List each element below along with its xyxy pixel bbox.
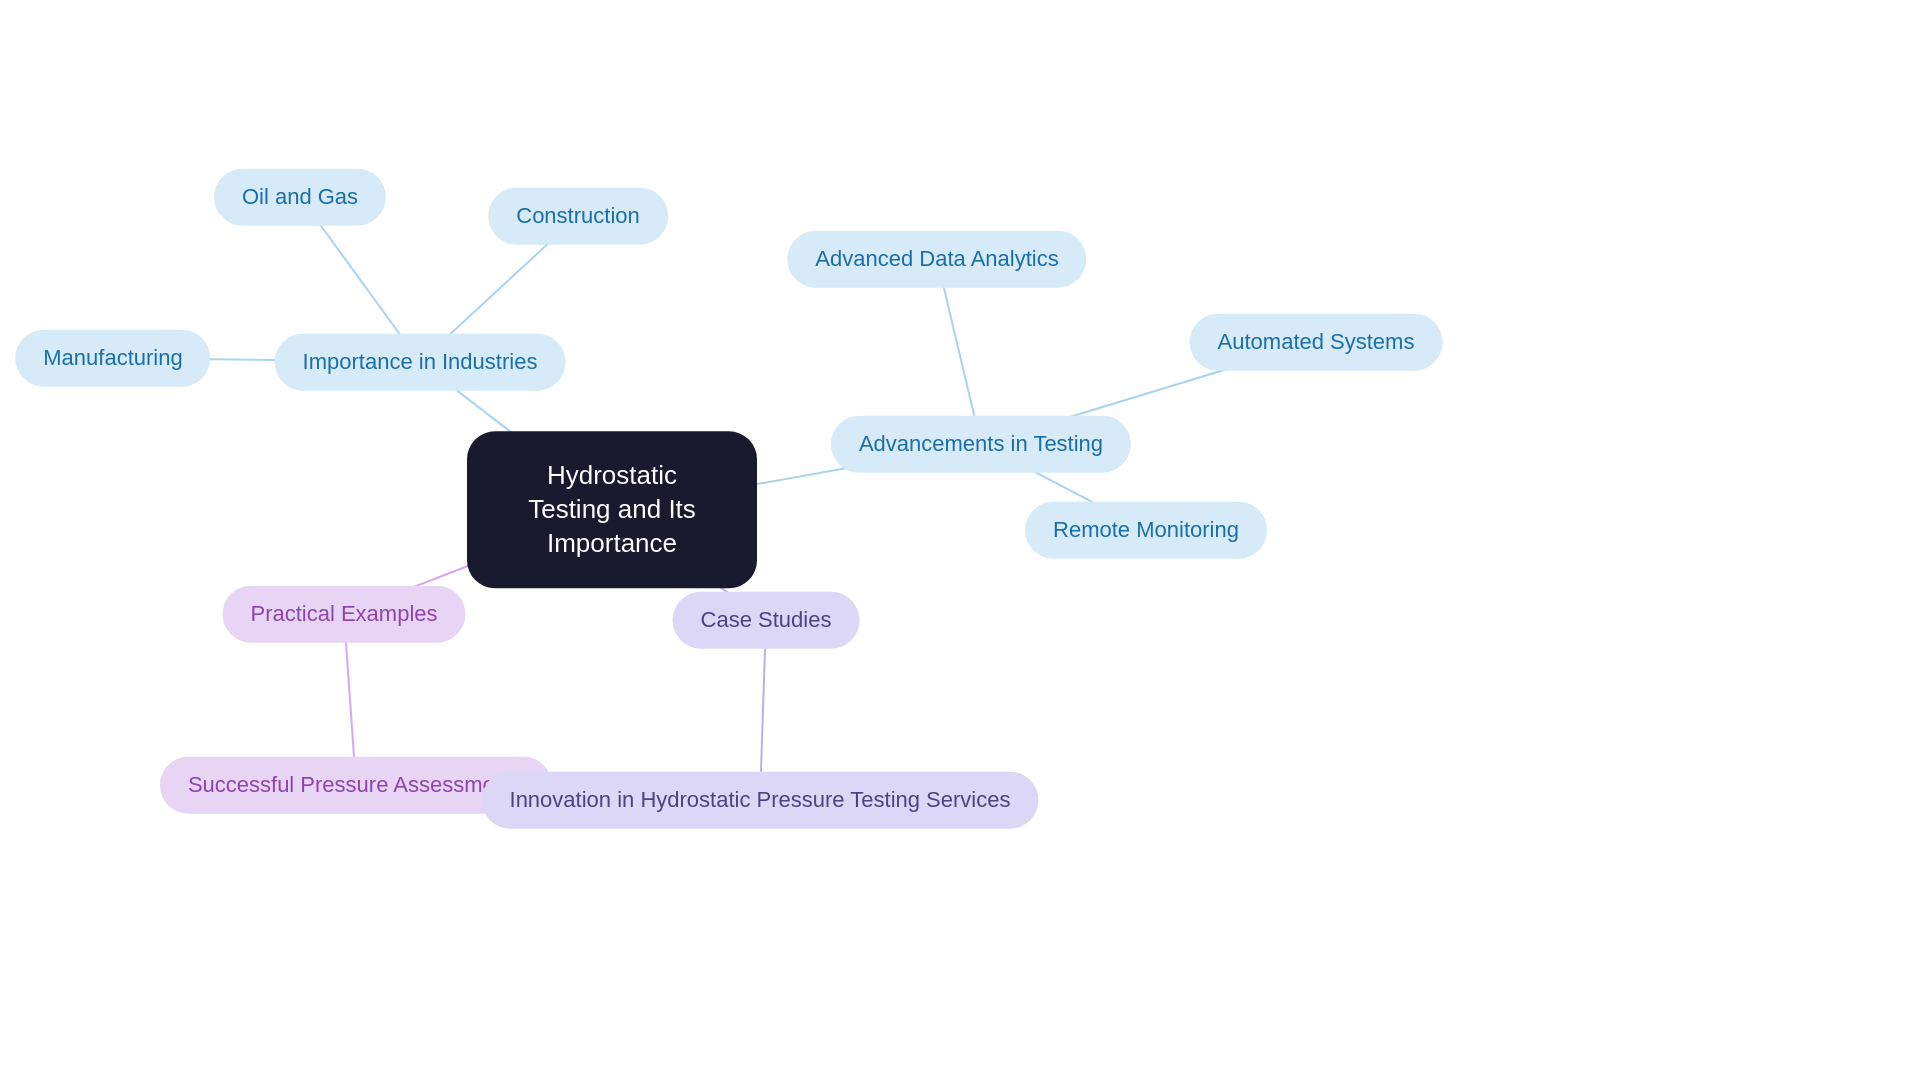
node-innovation: Innovation in Hydrostatic Pressure Testi… xyxy=(482,772,1039,829)
node-oil_and_gas: Oil and Gas xyxy=(214,169,386,226)
node-case_studies: Case Studies xyxy=(673,592,860,649)
node-importance_in_industries: Importance in Industries xyxy=(275,334,566,391)
node-automated_systems: Automated Systems xyxy=(1190,314,1443,371)
node-center: Hydrostatic Testing and Its Importance xyxy=(467,431,757,588)
mind-map: Hydrostatic Testing and Its Importance Im… xyxy=(0,0,1920,1083)
node-remote_monitoring: Remote Monitoring xyxy=(1025,502,1267,559)
node-construction: Construction xyxy=(488,188,668,245)
node-manufacturing: Manufacturing xyxy=(15,330,210,387)
node-advancements_in_testing: Advancements in Testing xyxy=(831,416,1131,473)
node-advanced_data_analytics: Advanced Data Analytics xyxy=(787,231,1086,288)
node-practical_examples: Practical Examples xyxy=(222,586,465,643)
